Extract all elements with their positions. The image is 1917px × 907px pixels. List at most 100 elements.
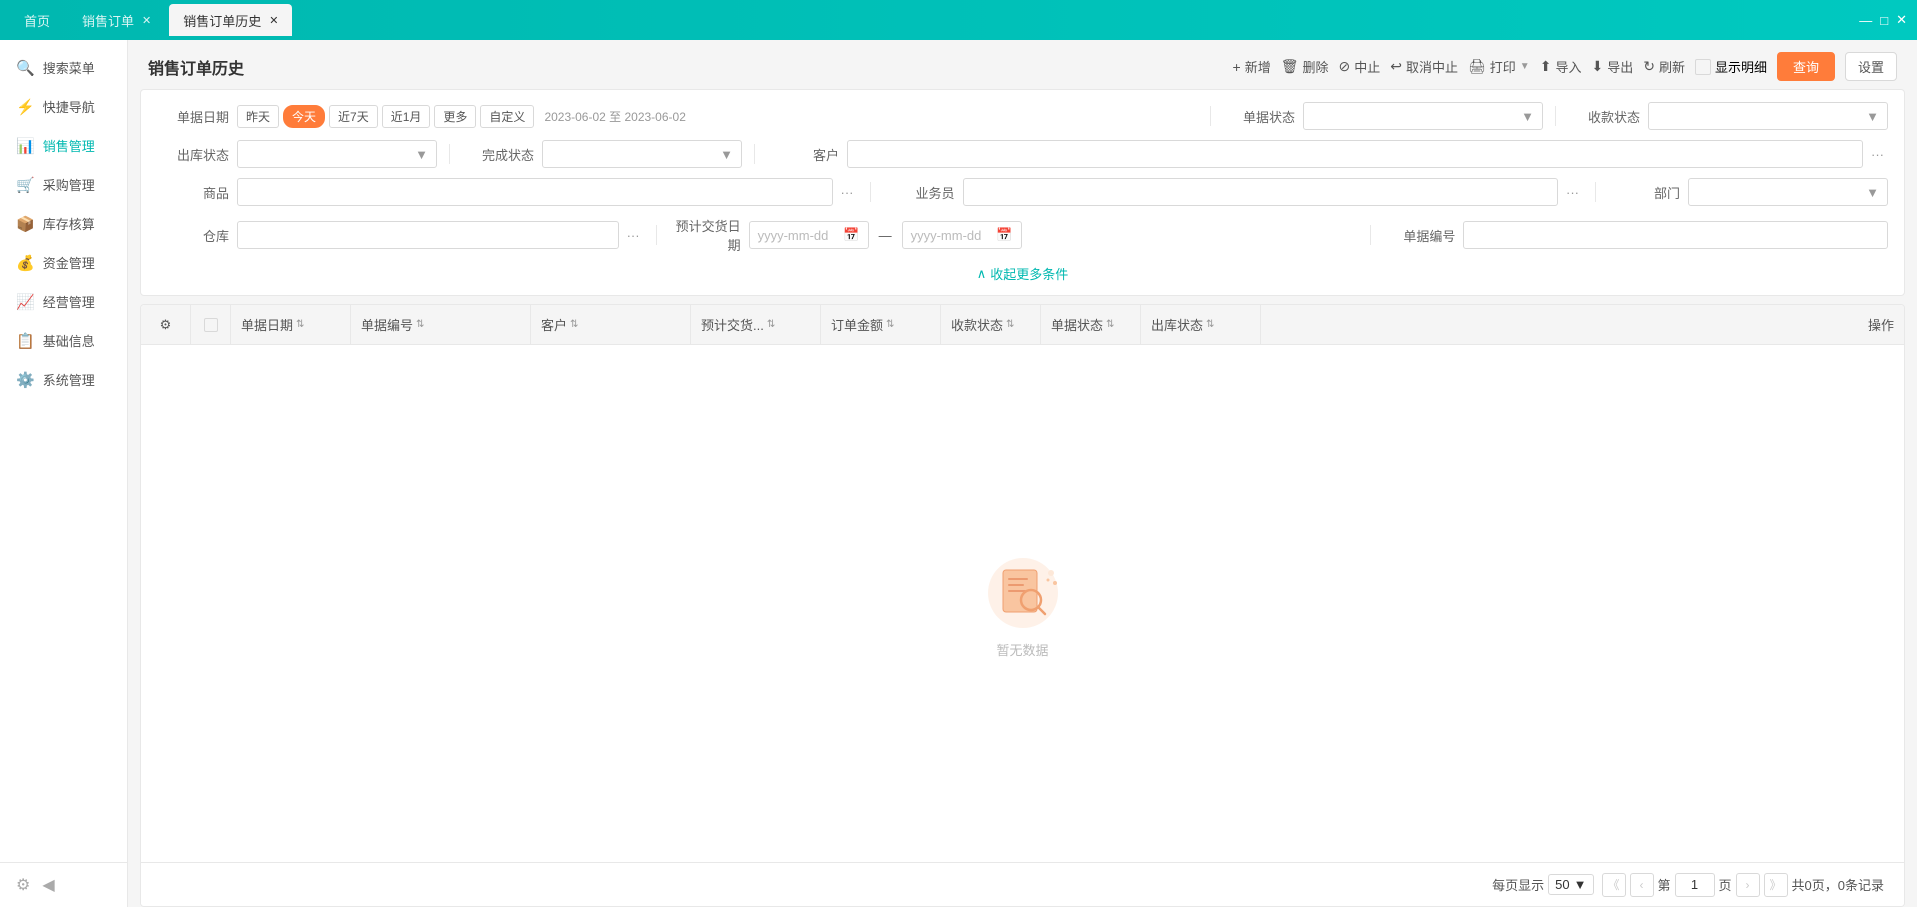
tab-sales-order-history[interactable]: 销售订单历史 ✕: [169, 4, 292, 36]
date-btn-yesterday[interactable]: 昨天: [237, 105, 279, 128]
sidebar-item-quick-nav[interactable]: ⚡ 快捷导航: [0, 87, 127, 126]
purchase-icon: 🛒: [16, 176, 35, 194]
th-amount[interactable]: 订单金额 ⇅: [821, 305, 941, 344]
th-check[interactable]: [191, 305, 231, 344]
add-button[interactable]: + 新增: [1233, 57, 1271, 76]
export-button[interactable]: ⬇ 导出: [1591, 57, 1633, 76]
delete-icon: 🗑: [1281, 58, 1299, 75]
divider-3: [449, 144, 450, 164]
calendar-from-icon[interactable]: 📅: [843, 227, 859, 243]
bill-status-select[interactable]: ▼: [1303, 102, 1543, 130]
tab-sales-order-history-label: 销售订单历史: [183, 11, 261, 30]
next-page-button[interactable]: ›: [1736, 873, 1760, 897]
th-number[interactable]: 单据编号 ⇅: [351, 305, 531, 344]
sidebar-item-search-menu[interactable]: 🔍 搜索菜单: [0, 48, 127, 87]
warehouse-select[interactable]: [237, 221, 619, 249]
date-btn-1month[interactable]: 近1月: [382, 105, 431, 128]
pay-status-select[interactable]: ▼: [1648, 102, 1888, 130]
date-filter-label: 单据日期: [157, 107, 237, 126]
sidebar-collapse-icon[interactable]: ◀: [42, 875, 54, 895]
select-all-checkbox[interactable]: [204, 318, 218, 332]
filter-row-2: 出库状态 ▼ 完成状态 ▼ 客户 ···: [157, 140, 1888, 168]
sidebar-item-inventory[interactable]: 📦 库存核算: [0, 204, 127, 243]
content: 销售订单历史 + 新增 🗑 删除 ⊘ 中止 ↩ 取消中止: [128, 40, 1917, 907]
search-menu-icon: 🔍: [16, 59, 35, 77]
tab-sales-order[interactable]: 销售订单 ✕: [68, 4, 165, 36]
complete-status-select[interactable]: ▼: [542, 140, 742, 168]
th-date-sort-icon[interactable]: ⇅: [296, 319, 304, 330]
date-btn-7days[interactable]: 近7天: [329, 105, 378, 128]
th-bill-status[interactable]: 单据状态 ⇅: [1041, 305, 1141, 344]
calendar-to-icon[interactable]: 📅: [996, 227, 1012, 243]
stop-button[interactable]: ⊘ 中止: [1339, 57, 1381, 76]
settings-button[interactable]: 设置: [1845, 52, 1897, 81]
delete-label: 删除: [1302, 57, 1328, 76]
sidebar-item-basic-info[interactable]: 📋 基础信息: [0, 321, 127, 360]
date-btn-more[interactable]: 更多: [434, 105, 476, 128]
delete-button[interactable]: 🗑 删除: [1281, 57, 1329, 76]
page-size-select[interactable]: 50 ▼: [1548, 874, 1593, 895]
goods-ellipsis[interactable]: ···: [837, 185, 858, 200]
show-detail-toggle[interactable]: 显示明细: [1695, 57, 1767, 76]
minimize-icon[interactable]: —: [1859, 13, 1872, 28]
sidebar-item-operations[interactable]: 📈 经营管理: [0, 282, 127, 321]
import-button[interactable]: ⬆ 导入: [1540, 57, 1582, 76]
sidebar-item-finance[interactable]: 💰 资金管理: [0, 243, 127, 282]
th-settings[interactable]: ⚙: [141, 305, 191, 344]
sidebar-item-system[interactable]: ⚙️ 系统管理: [0, 360, 127, 399]
delivery-date-from[interactable]: yyyy-mm-dd 📅: [749, 221, 869, 249]
tab-sales-order-history-close[interactable]: ✕: [269, 14, 278, 27]
add-label: 新增: [1245, 57, 1271, 76]
date-btn-custom[interactable]: 自定义: [480, 105, 534, 128]
th-date-label: 单据日期: [241, 315, 293, 334]
th-delivery[interactable]: 预计交货... ⇅: [691, 305, 821, 344]
th-action-label: 操作: [1868, 315, 1894, 334]
th-out-status-sort-icon[interactable]: ⇅: [1206, 319, 1214, 330]
page-number-input[interactable]: [1675, 873, 1715, 897]
close-icon[interactable]: ✕: [1896, 12, 1907, 28]
th-pay-status[interactable]: 收款状态 ⇅: [941, 305, 1041, 344]
th-delivery-sort-icon[interactable]: ⇅: [767, 319, 775, 330]
th-bill-status-sort-icon[interactable]: ⇅: [1106, 319, 1114, 330]
page-size-control: 每页显示 50 ▼: [1492, 874, 1593, 895]
first-page-button[interactable]: 《: [1602, 873, 1626, 897]
customer-select[interactable]: [847, 140, 1863, 168]
bill-number-input[interactable]: [1463, 221, 1888, 249]
collapse-button[interactable]: ∧ 收起更多条件: [157, 264, 1888, 283]
date-quick-buttons: 昨天 今天 近7天 近1月 更多 自定义: [237, 105, 534, 128]
salesman-select[interactable]: [963, 178, 1559, 206]
th-out-status[interactable]: 出库状态 ⇅: [1141, 305, 1261, 344]
goods-select[interactable]: [237, 178, 833, 206]
pay-status-dropdown-icon: ▼: [1866, 109, 1879, 124]
warehouse-control: ···: [237, 221, 644, 249]
sidebar-item-sales[interactable]: 📊 销售管理: [0, 126, 127, 165]
prev-page-button[interactable]: ‹: [1630, 873, 1654, 897]
date-btn-today[interactable]: 今天: [283, 105, 325, 128]
th-number-sort-icon[interactable]: ⇅: [416, 319, 424, 330]
th-customer[interactable]: 客户 ⇅: [531, 305, 691, 344]
tab-home[interactable]: 首页: [10, 4, 64, 36]
customer-ellipsis[interactable]: ···: [1867, 147, 1888, 162]
th-customer-sort-icon[interactable]: ⇅: [570, 319, 578, 330]
cancel-stop-button[interactable]: ↩ 取消中止: [1390, 57, 1458, 76]
th-pay-status-sort-icon[interactable]: ⇅: [1006, 319, 1014, 330]
sidebar-settings-icon[interactable]: ⚙: [16, 875, 30, 895]
show-detail-checkbox[interactable]: [1695, 59, 1711, 75]
goods-control: ···: [237, 178, 858, 206]
tab-sales-order-close[interactable]: ✕: [142, 14, 151, 27]
query-button[interactable]: 查询: [1777, 52, 1835, 81]
maximize-icon[interactable]: □: [1880, 13, 1888, 28]
sidebar-item-purchase[interactable]: 🛒 采购管理: [0, 165, 127, 204]
delivery-date-to[interactable]: yyyy-mm-dd 📅: [902, 221, 1022, 249]
th-amount-sort-icon[interactable]: ⇅: [886, 319, 894, 330]
salesman-ellipsis[interactable]: ···: [1562, 185, 1583, 200]
settings-gear-icon[interactable]: ⚙: [160, 317, 172, 333]
print-button[interactable]: 🖨 打印 ▼: [1468, 57, 1530, 76]
refresh-button[interactable]: ↻ 刷新: [1643, 57, 1685, 76]
top-bar: 首页 销售订单 ✕ 销售订单历史 ✕ — □ ✕: [0, 0, 1917, 40]
warehouse-ellipsis[interactable]: ···: [623, 228, 644, 243]
out-status-select[interactable]: ▼: [237, 140, 437, 168]
last-page-button[interactable]: 》: [1764, 873, 1788, 897]
th-date[interactable]: 单据日期 ⇅: [231, 305, 351, 344]
department-select[interactable]: ▼: [1688, 178, 1888, 206]
